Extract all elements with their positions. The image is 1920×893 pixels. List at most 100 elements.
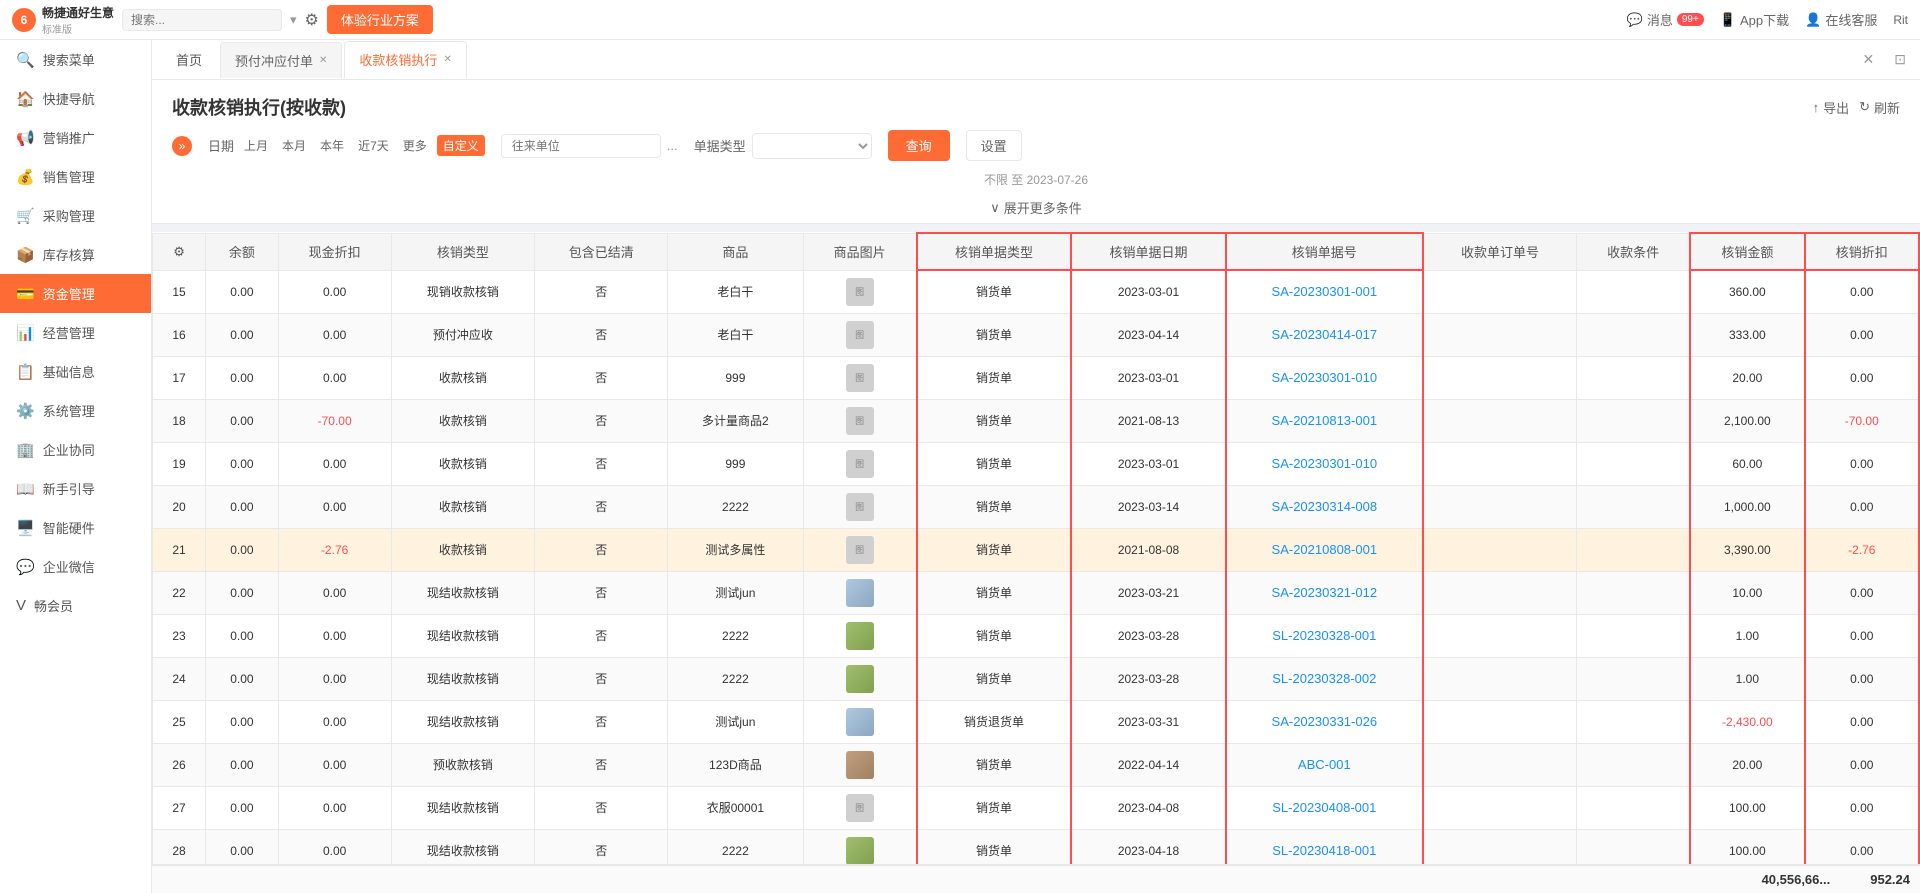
td-receipt-order-no-15 [1423, 270, 1577, 313]
td-balance-18: 0.00 [206, 399, 279, 442]
sidebar-item-inventory[interactable]: 📦 库存核算 [0, 235, 151, 274]
sidebar-item-business[interactable]: 📊 经营管理 [0, 313, 151, 352]
top-bar-right: 💬 消息 99+ 📱 App下载 👤 在线客服 Rit [1627, 10, 1908, 29]
td-no-28: 28 [153, 829, 206, 864]
td-product-21: 测试多属性 [668, 528, 803, 571]
td-writeoff-bill-no-17[interactable]: SA-20230301-010 [1226, 356, 1423, 399]
sidebar-item-search[interactable]: 🔍 搜索菜单 [0, 40, 151, 79]
date-btn-more[interactable]: 更多 [399, 135, 431, 156]
bill-no-link-25[interactable]: SA-20230331-026 [1272, 714, 1378, 729]
sidebar-item-member[interactable]: V 畅会员 [0, 586, 151, 625]
date-options: 上月 本月 本年 近7天 更多 自定义 [240, 135, 485, 156]
online-service-item[interactable]: 👤 在线客服 [1805, 10, 1877, 29]
username: Rit [1893, 13, 1908, 27]
member-icon: V [16, 597, 26, 614]
dropdown-icon[interactable]: ▾ [290, 12, 297, 28]
trial-button[interactable]: 体验行业方案 [327, 5, 433, 34]
td-writeoff-type-28: 现结收款核销 [391, 829, 535, 864]
expand-conditions-link[interactable]: ∨ 展开更多条件 [990, 198, 1082, 217]
sidebar-item-corp[interactable]: 🏢 企业协同 [0, 430, 151, 469]
td-writeoff-bill-no-26[interactable]: ABC-001 [1226, 743, 1423, 786]
export-button[interactable]: ↑ 导出 [1813, 98, 1850, 117]
bill-no-link-15[interactable]: SA-20230301-001 [1272, 284, 1378, 299]
date-btn-this-year[interactable]: 本年 [316, 135, 348, 156]
gear-icon[interactable]: ⚙ [305, 10, 319, 30]
bill-no-link-19[interactable]: SA-20230301-010 [1272, 456, 1378, 471]
tab-prepay[interactable]: 预付冲应付单 ✕ [220, 42, 342, 78]
message-item[interactable]: 💬 消息 99+ [1627, 10, 1704, 29]
settings-button[interactable]: 设置 [966, 130, 1022, 161]
sidebar-item-finance[interactable]: 💳 资金管理 [0, 274, 151, 313]
bill-no-link-21[interactable]: SA-20210808-001 [1272, 542, 1378, 557]
bill-no-link-23[interactable]: SL-20230328-001 [1272, 628, 1376, 643]
td-writeoff-amount-28: 100.00 [1690, 829, 1804, 864]
sidebar-item-wechat[interactable]: 💬 企业微信 [0, 547, 151, 586]
refresh-button[interactable]: ↻ 刷新 [1859, 98, 1900, 117]
sidebar-item-hardware[interactable]: 🖥️ 智能硬件 [0, 508, 151, 547]
bill-no-link-26[interactable]: ABC-001 [1298, 757, 1351, 772]
bill-no-link-27[interactable]: SL-20230408-001 [1272, 800, 1376, 815]
td-writeoff-bill-no-15[interactable]: SA-20230301-001 [1226, 270, 1423, 313]
th-settings[interactable]: ⚙ [153, 233, 206, 270]
td-writeoff-bill-no-27[interactable]: SL-20230408-001 [1226, 786, 1423, 829]
td-writeoff-bill-no-20[interactable]: SA-20230314-008 [1226, 485, 1423, 528]
bill-no-link-18[interactable]: SA-20210813-001 [1272, 413, 1378, 428]
bill-type-select[interactable] [752, 133, 872, 159]
table-scroll[interactable]: ⚙ 余额 现金折扣 核销类型 包含已结清 商品 商品图片 核销单据类型 核销单据… [152, 232, 1920, 864]
td-writeoff-bill-type-24: 销货单 [917, 657, 1072, 700]
sidebar-item-guide[interactable]: 📖 新手引导 [0, 469, 151, 508]
bill-no-link-20[interactable]: SA-20230314-008 [1272, 499, 1378, 514]
expand-button[interactable]: » [172, 136, 192, 156]
td-receipt-order-no-22 [1423, 571, 1577, 614]
bill-no-link-24[interactable]: SL-20230328-002 [1272, 671, 1376, 686]
query-button[interactable]: 查询 [888, 130, 950, 161]
td-writeoff-bill-no-25[interactable]: SA-20230331-026 [1226, 700, 1423, 743]
date-btn-last-month[interactable]: 上月 [240, 135, 272, 156]
td-writeoff-bill-no-23[interactable]: SL-20230328-001 [1226, 614, 1423, 657]
tab-home[interactable]: 首页 [160, 42, 218, 77]
td-writeoff-discount-26: 0.00 [1805, 743, 1919, 786]
bill-no-link-28[interactable]: SL-20230418-001 [1272, 843, 1376, 858]
td-writeoff-bill-no-22[interactable]: SA-20230321-012 [1226, 571, 1423, 614]
sidebar-item-quicknav[interactable]: 🏠 快捷导航 [0, 79, 151, 118]
sidebar-item-system[interactable]: ⚙️ 系统管理 [0, 391, 151, 430]
counterparty-dots[interactable]: ... [667, 138, 678, 153]
td-settled-19: 否 [535, 442, 668, 485]
td-writeoff-bill-date-21: 2021-08-08 [1071, 528, 1226, 571]
search-input[interactable] [122, 9, 282, 31]
date-btn-custom[interactable]: 自定义 [437, 135, 485, 156]
bill-no-link-22[interactable]: SA-20230321-012 [1272, 585, 1378, 600]
td-no-23: 23 [153, 614, 206, 657]
home-icon: 🏠 [16, 90, 35, 108]
th-writeoff-bill-type: 核销单据类型 [917, 233, 1072, 270]
guide-icon: 📖 [16, 480, 35, 498]
td-writeoff-bill-type-17: 销货单 [917, 356, 1072, 399]
td-writeoff-bill-no-19[interactable]: SA-20230301-010 [1226, 442, 1423, 485]
sidebar-item-marketing[interactable]: 📢 营销推广 [0, 118, 151, 157]
bill-no-link-16[interactable]: SA-20230414-017 [1272, 327, 1378, 342]
close-window-icon[interactable]: ✕ [1857, 49, 1881, 70]
sidebar-item-purchase[interactable]: 🛒 采购管理 [0, 196, 151, 235]
date-btn-this-month[interactable]: 本月 [278, 135, 310, 156]
tab1-close-icon[interactable]: ✕ [319, 55, 327, 66]
td-writeoff-bill-no-28[interactable]: SL-20230418-001 [1226, 829, 1423, 864]
bill-no-link-17[interactable]: SA-20230301-010 [1272, 370, 1378, 385]
app-download-item[interactable]: 📱 App下载 [1720, 10, 1789, 29]
tab2-close-icon[interactable]: ✕ [443, 54, 451, 65]
td-writeoff-bill-no-16[interactable]: SA-20230414-017 [1226, 313, 1423, 356]
date-range-text: 不限 至 2023-07-26 [984, 171, 1088, 188]
wechat-icon: 💬 [16, 558, 35, 576]
td-writeoff-type-24: 现结收款核销 [391, 657, 535, 700]
date-btn-7days[interactable]: 近7天 [354, 135, 393, 156]
td-writeoff-bill-no-24[interactable]: SL-20230328-002 [1226, 657, 1423, 700]
td-writeoff-type-17: 收款核销 [391, 356, 535, 399]
td-writeoff-bill-date-28: 2023-04-18 [1071, 829, 1226, 864]
counterparty-input[interactable] [501, 134, 661, 158]
td-no-20: 20 [153, 485, 206, 528]
maximize-icon[interactable]: ⊡ [1888, 49, 1912, 70]
sidebar-item-basic[interactable]: 📋 基础信息 [0, 352, 151, 391]
td-writeoff-bill-no-21[interactable]: SA-20210808-001 [1226, 528, 1423, 571]
sidebar-item-sales[interactable]: 💰 销售管理 [0, 157, 151, 196]
tab-writeoff[interactable]: 收款核销执行 ✕ [344, 41, 466, 79]
td-writeoff-bill-no-18[interactable]: SA-20210813-001 [1226, 399, 1423, 442]
